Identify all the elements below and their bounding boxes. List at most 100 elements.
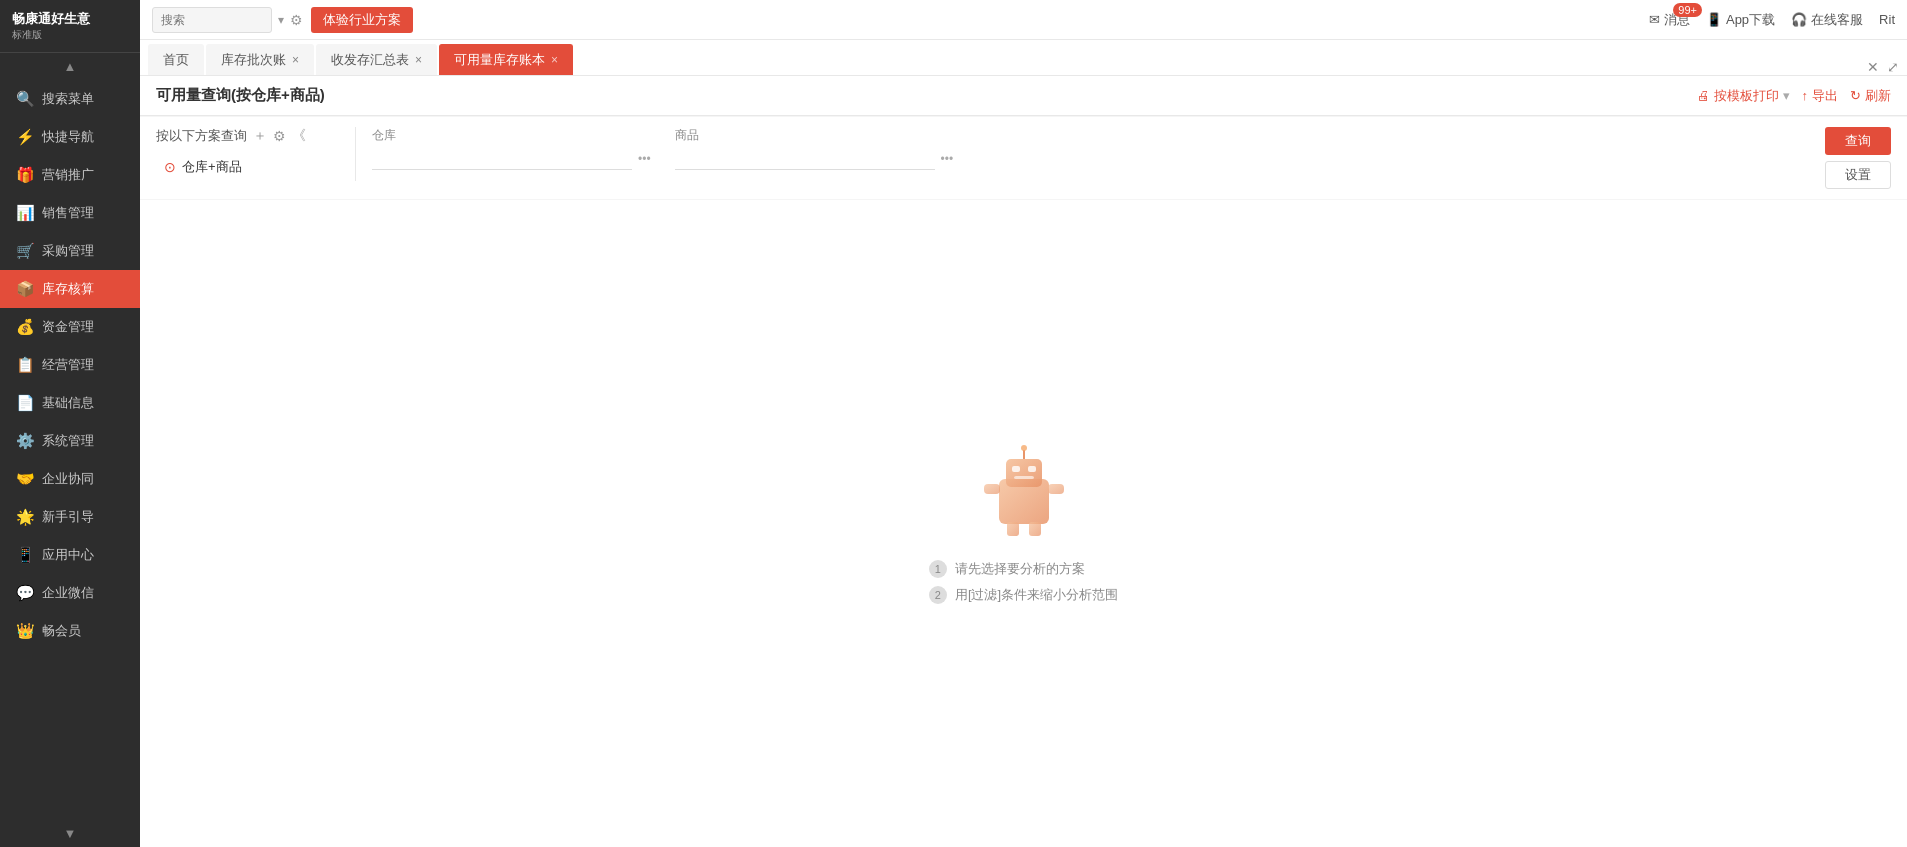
sidebar-item-label: 销售管理 <box>42 204 94 222</box>
topbar-search-input[interactable] <box>152 7 272 33</box>
svg-rect-8 <box>1048 484 1064 494</box>
scheme-label: 仓库+商品 <box>182 158 242 176</box>
sidebar-item-marketing[interactable]: 🎁 营销推广 <box>0 156 140 194</box>
dropdown-icon[interactable]: ▾ <box>278 13 284 27</box>
filter-field-product: 商品 ••• <box>675 127 954 170</box>
sidebar-item-label: 应用中心 <box>42 546 94 564</box>
sidebar-item-label: 基础信息 <box>42 394 94 412</box>
message-icon: ✉ <box>1649 12 1660 27</box>
tab-available-ledger[interactable]: 可用量库存账本 × <box>439 44 573 75</box>
empty-tips: 1 请先选择要分析的方案 2 用[过滤]条件来缩小分析范围 <box>929 560 1118 604</box>
expand-icon[interactable]: ⤢ <box>1887 59 1899 75</box>
product-input-row: ••• <box>675 148 954 170</box>
tab-batch-ledger[interactable]: 库存批次账 × <box>206 44 314 75</box>
sidebar-item-label: 畅会员 <box>42 622 81 640</box>
empty-tip-2: 2 用[过滤]条件来缩小分析范围 <box>929 586 1118 604</box>
sales-icon: 📊 <box>16 204 34 222</box>
sidebar-item-inventory[interactable]: 📦 库存核算 <box>0 270 140 308</box>
message-badge: 99+ <box>1673 3 1702 17</box>
online-service-btn[interactable]: 🎧 在线客服 <box>1791 11 1863 29</box>
svg-rect-2 <box>1012 466 1020 472</box>
empty-tip-1: 1 请先选择要分析的方案 <box>929 560 1118 578</box>
edit-scheme-btn[interactable]: ⚙ <box>273 128 286 144</box>
filter-field-warehouse: 仓库 ••• <box>372 127 651 170</box>
query-btn[interactable]: 查询 <box>1825 127 1891 155</box>
tab-receive-summary[interactable]: 收发存汇总表 × <box>316 44 437 75</box>
empty-illustration <box>974 444 1074 544</box>
phone-icon: 📱 <box>1706 12 1722 27</box>
export-icon: ↑ <box>1802 88 1809 103</box>
sidebar-item-label: 新手引导 <box>42 508 94 526</box>
operations-icon: 📋 <box>16 356 34 374</box>
refresh-btn[interactable]: ↻ 刷新 <box>1850 87 1891 105</box>
system-icon: ⚙️ <box>16 432 34 450</box>
sidebar: 畅康通好生意 标准版 ▲ 🔍 搜索菜单 ⚡ 快捷导航 🎁 营销推广 📊 销售管理… <box>0 0 140 847</box>
warehouse-input[interactable] <box>372 148 632 170</box>
filter-scheme-header: 按以下方案查询 ＋ ⚙ 《 <box>156 127 343 145</box>
topbar: ▾ ⚙ 体验行业方案 ✉ 消息 99+ 📱 App下载 🎧 在线客服 Rit <box>140 0 1907 40</box>
sidebar-item-finance[interactable]: 💰 资金管理 <box>0 308 140 346</box>
sidebar-item-quicknav[interactable]: ⚡ 快捷导航 <box>0 118 140 156</box>
sidebar-item-purchase[interactable]: 🛒 采购管理 <box>0 232 140 270</box>
scheme-icon: ⊙ <box>164 159 176 175</box>
sidebar-item-sales[interactable]: 📊 销售管理 <box>0 194 140 232</box>
sidebar-item-wechat[interactable]: 💬 企业微信 <box>0 574 140 612</box>
purchase-icon: 🛒 <box>16 242 34 260</box>
sidebar-item-label: 采购管理 <box>42 242 94 260</box>
svg-rect-3 <box>1028 466 1036 472</box>
print-dropdown-icon[interactable]: ▾ <box>1783 88 1790 103</box>
svg-rect-5 <box>1007 522 1019 536</box>
warehouse-input-row: ••• <box>372 148 651 170</box>
product-more-icon[interactable]: ••• <box>941 152 954 166</box>
tab-home[interactable]: 首页 <box>148 44 204 75</box>
main-area: ▾ ⚙ 体验行业方案 ✉ 消息 99+ 📱 App下载 🎧 在线客服 Rit <box>140 0 1907 847</box>
tab-close-icon[interactable]: × <box>415 54 422 66</box>
page-title: 可用量查询(按仓库+商品) <box>156 86 1697 105</box>
sidebar-item-search[interactable]: 🔍 搜索菜单 <box>0 80 140 118</box>
sidebar-item-newguide[interactable]: 🌟 新手引导 <box>0 498 140 536</box>
add-scheme-btn[interactable]: ＋ <box>253 127 267 145</box>
topbar-search-area: ▾ ⚙ <box>152 7 303 33</box>
tab-label: 收发存汇总表 <box>331 51 409 69</box>
warehouse-more-icon[interactable]: ••• <box>638 152 651 166</box>
app-download-btn[interactable]: 📱 App下载 <box>1706 11 1775 29</box>
sidebar-item-label: 系统管理 <box>42 432 94 450</box>
scroll-up-btn[interactable]: ▲ <box>0 53 140 80</box>
app-name: 畅康通好生意 <box>12 10 90 28</box>
scheme-warehouse-product[interactable]: ⊙ 仓库+商品 <box>156 153 343 181</box>
search-icon: 🔍 <box>16 90 34 108</box>
tab-label: 可用量库存账本 <box>454 51 545 69</box>
svg-rect-7 <box>984 484 1000 494</box>
scroll-down-btn[interactable]: ▼ <box>0 820 140 847</box>
product-label: 商品 <box>675 127 954 144</box>
finance-icon: 💰 <box>16 318 34 336</box>
settings-btn[interactable]: 设置 <box>1825 161 1891 189</box>
app-icon: 📱 <box>16 546 34 564</box>
sidebar-item-operations[interactable]: 📋 经营管理 <box>0 346 140 384</box>
filter-conditions: 仓库 ••• 商品 ••• <box>356 127 1809 170</box>
refresh-icon: ↻ <box>1850 88 1861 103</box>
tip-number-2: 2 <box>929 586 947 604</box>
industry-btn[interactable]: 体验行业方案 <box>311 7 413 33</box>
message-btn[interactable]: ✉ 消息 99+ <box>1649 11 1690 29</box>
sidebar-item-label: 资金管理 <box>42 318 94 336</box>
collapse-scheme-btn[interactable]: 《 <box>292 127 306 145</box>
sidebar-logo: 畅康通好生意 标准版 <box>0 0 140 53</box>
user-menu-btn[interactable]: Rit <box>1879 12 1895 27</box>
print-template-btn[interactable]: 🖨 按模板打印 ▾ <box>1697 87 1790 105</box>
close-all-icon[interactable]: ✕ <box>1867 59 1879 75</box>
sidebar-item-appcenter[interactable]: 📱 应用中心 <box>0 536 140 574</box>
sidebar-item-member[interactable]: 👑 畅会员 <box>0 612 140 650</box>
sidebar-item-enterprise[interactable]: 🤝 企业协同 <box>0 460 140 498</box>
gear-icon[interactable]: ⚙ <box>290 12 303 28</box>
sidebar-item-system[interactable]: ⚙️ 系统管理 <box>0 422 140 460</box>
sidebar-item-basic[interactable]: 📄 基础信息 <box>0 384 140 422</box>
filter-scheme-label: 按以下方案查询 <box>156 127 247 145</box>
sidebar-item-label: 快捷导航 <box>42 128 94 146</box>
product-input[interactable] <box>675 148 935 170</box>
tab-close-icon[interactable]: × <box>551 54 558 66</box>
export-btn[interactable]: ↑ 导出 <box>1802 87 1839 105</box>
page-content: 可用量查询(按仓库+商品) 🖨 按模板打印 ▾ ↑ 导出 ↻ 刷新 <box>140 76 1907 847</box>
basic-icon: 📄 <box>16 394 34 412</box>
tab-close-icon[interactable]: × <box>292 54 299 66</box>
